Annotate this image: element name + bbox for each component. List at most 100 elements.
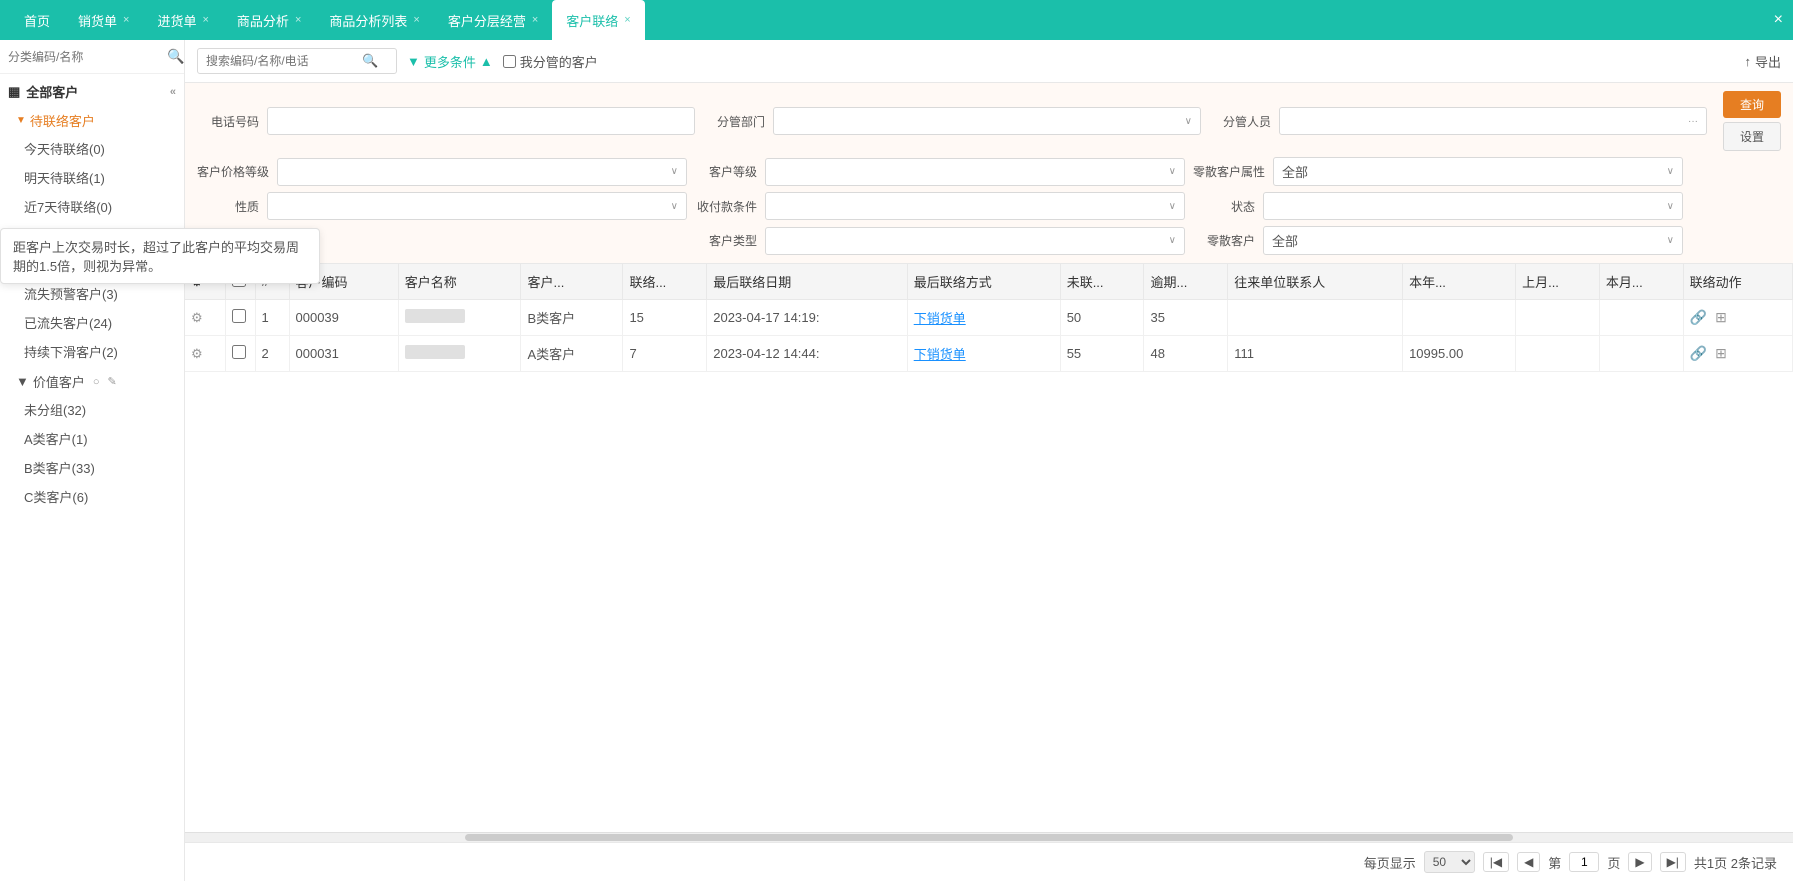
cell-customer-type: B类客户 xyxy=(521,300,623,336)
chevron-down-icon: ∨ xyxy=(1169,235,1176,246)
retail-attribute-select[interactable]: 全部 ∨ xyxy=(1273,157,1683,186)
contact-method-link[interactable]: 下销货单 xyxy=(914,311,966,326)
status-select[interactable]: ∨ xyxy=(1263,192,1683,220)
customer-type-select[interactable]: ∨ xyxy=(765,227,1185,255)
nature-select[interactable]: ∨ xyxy=(267,192,687,220)
row-checkbox[interactable] xyxy=(232,309,246,323)
grid-icon: ▦ xyxy=(8,84,20,100)
sidebar-item-tomorrow-pending[interactable]: 明天待联络(1) xyxy=(0,163,184,192)
search-icon[interactable]: 🔍 xyxy=(362,53,378,69)
action-grid-icon[interactable]: ⊞ xyxy=(1715,309,1727,326)
action-link-icon[interactable]: 🔗 xyxy=(1690,345,1707,362)
filter-row-2: 客户价格等级 ∨ 客户等级 ∨ 零散客户属性 全部 xyxy=(197,157,1781,186)
th-this-month: 本月... xyxy=(1599,264,1683,300)
close-icon[interactable]: × xyxy=(624,14,630,26)
close-icon[interactable]: × xyxy=(413,14,419,26)
cell-last-contact-method: 下销货单 xyxy=(907,336,1060,372)
first-page-button[interactable]: |◀ xyxy=(1483,852,1509,872)
cell-index: 2 xyxy=(255,336,289,372)
th-this-year: 本年... xyxy=(1403,264,1516,300)
contact-method-link[interactable]: 下销货单 xyxy=(914,347,966,362)
filter-nature: 性质 ∨ xyxy=(197,192,687,220)
table-header-row: ⚙ # 客户编码 客户名称 客户... 联络... 最后联络日期 最后联络方式 … xyxy=(185,264,1793,300)
th-last-contact-date: 最后联络日期 xyxy=(707,264,907,300)
row-settings-icon[interactable]: ⚙ xyxy=(191,310,203,325)
sidebar-collapse-button[interactable]: « xyxy=(170,86,176,98)
price-level-select[interactable]: ∨ xyxy=(277,158,687,186)
main-search-input[interactable] xyxy=(206,54,356,68)
sidebar-item-declining[interactable]: 持续下滑客户(2) xyxy=(0,337,184,366)
manager-select[interactable]: ··· xyxy=(1279,107,1707,135)
action-link-icon[interactable]: 🔗 xyxy=(1690,309,1707,326)
last-page-button[interactable]: ▶| xyxy=(1660,852,1686,872)
sidebar-item-churned[interactable]: 已流失客户(24) xyxy=(0,308,184,337)
nav-sales-order[interactable]: 销货单 × xyxy=(64,0,143,40)
prev-page-button[interactable]: ◀ xyxy=(1517,852,1540,872)
close-icon[interactable]: × xyxy=(295,14,301,26)
nav-purchase-order[interactable]: 进货单 × xyxy=(143,0,222,40)
query-button[interactable]: 查询 xyxy=(1723,91,1781,118)
cell-customer-code: 000039 xyxy=(289,300,398,336)
payment-terms-select[interactable]: ∨ xyxy=(765,192,1185,220)
phone-input[interactable] xyxy=(267,107,695,135)
row-checkbox[interactable] xyxy=(232,345,246,359)
th-overdue: 逾期... xyxy=(1144,264,1228,300)
sidebar-item-class-b[interactable]: B类客户(33) xyxy=(0,453,184,482)
sidebar-search-container: 🔍 xyxy=(0,40,184,74)
department-select[interactable]: ∨ xyxy=(773,107,1201,135)
sidebar-item-class-a[interactable]: A类客户(1) xyxy=(0,424,184,453)
nav-product-analysis[interactable]: 商品分析 × xyxy=(223,0,315,40)
sidebar-search-icon[interactable]: 🔍 xyxy=(167,48,184,65)
th-last-month: 上月... xyxy=(1516,264,1600,300)
nav-home[interactable]: 首页 xyxy=(10,0,64,40)
filter-customer-level: 客户等级 ∨ xyxy=(695,158,1185,186)
my-customers-checkbox[interactable] xyxy=(503,55,516,68)
nav-customer-segments[interactable]: 客户分层经营 × xyxy=(434,0,552,40)
th-customer-type: 客户... xyxy=(521,264,623,300)
th-customer-name: 客户名称 xyxy=(398,264,521,300)
window-close-button[interactable]: × xyxy=(1774,11,1783,29)
close-icon[interactable]: × xyxy=(532,14,538,26)
sidebar-item-unclassified[interactable]: 未分组(32) xyxy=(0,395,184,424)
cell-this-month xyxy=(1599,336,1683,372)
chevron-down-icon: ∨ xyxy=(671,166,678,177)
scrollbar-thumb[interactable] xyxy=(465,834,1513,841)
more-conditions-button[interactable]: ▼ 更多条件 ▲ xyxy=(407,52,493,71)
nav-product-analysis-list[interactable]: 商品分析列表 × xyxy=(315,0,433,40)
my-customers-checkbox-container[interactable]: 我分管的客户 xyxy=(503,52,598,71)
horizontal-scrollbar[interactable] xyxy=(185,832,1793,842)
cell-actions: 🔗⊞ xyxy=(1683,300,1792,336)
row-settings-icon[interactable]: ⚙ xyxy=(191,346,203,361)
page-number-input[interactable] xyxy=(1569,852,1599,872)
top-navigation: 首页 销货单 × 进货单 × 商品分析 × 商品分析列表 × 客户分层经营 × … xyxy=(0,0,1793,40)
table-row: ⚙2000031A类客户72023-04-12 14:44:下销货单554811… xyxy=(185,336,1793,372)
sidebar-group-pending-contact[interactable]: ▼ 待联络客户 xyxy=(0,105,184,134)
sidebar-search-input[interactable] xyxy=(8,50,163,64)
table-row: ⚙1000039B类客户152023-04-17 14:19:下销货单5035🔗… xyxy=(185,300,1793,336)
cell-uncontacted: 50 xyxy=(1060,300,1144,336)
retail-customer-select[interactable]: 全部 ∨ xyxy=(1263,226,1683,255)
export-button[interactable]: ↑ 导出 xyxy=(1744,52,1781,71)
customer-level-select[interactable]: ∨ xyxy=(765,158,1185,186)
content-area: 🔍 ▼ 更多条件 ▲ 我分管的客户 ↑ 导出 电话号码 xyxy=(185,40,1793,881)
next-page-button[interactable]: ▶ xyxy=(1628,852,1651,872)
sidebar-item-7day-pending[interactable]: 近7天待联络(0) xyxy=(0,192,184,221)
sidebar-item-today-pending[interactable]: 今天待联络(0) xyxy=(0,134,184,163)
filter-bar: 🔍 ▼ 更多条件 ▲ 我分管的客户 ↑ 导出 xyxy=(185,40,1793,83)
cell-customer-type: A类客户 xyxy=(521,336,623,372)
settings-button[interactable]: 设置 xyxy=(1723,122,1781,151)
sidebar: 🔍 ▦ 全部客户 « ▼ 待联络客户 今天待联络(0) 明天待联络(1) 近7天… xyxy=(0,40,185,881)
chevron-down-icon: ▼ xyxy=(16,374,29,389)
chevron-down-icon: ∨ xyxy=(1169,166,1176,177)
main-search-box[interactable]: 🔍 xyxy=(197,48,397,74)
close-icon[interactable]: × xyxy=(202,14,208,26)
circle-icon: ○ xyxy=(93,376,100,388)
close-icon[interactable]: × xyxy=(123,14,129,26)
action-grid-icon[interactable]: ⊞ xyxy=(1715,345,1727,362)
per-page-select[interactable]: 50 20 100 xyxy=(1424,851,1475,873)
chevron-down-icon: ∨ xyxy=(1667,201,1674,212)
sidebar-value-customers-header[interactable]: ▼ 价值客户 ○ ✎ xyxy=(0,366,184,395)
sidebar-item-class-c[interactable]: C类客户(6) xyxy=(0,482,184,511)
nav-customer-contact[interactable]: 客户联络 × xyxy=(552,0,644,40)
filter-price-level: 客户价格等级 ∨ xyxy=(197,158,687,186)
